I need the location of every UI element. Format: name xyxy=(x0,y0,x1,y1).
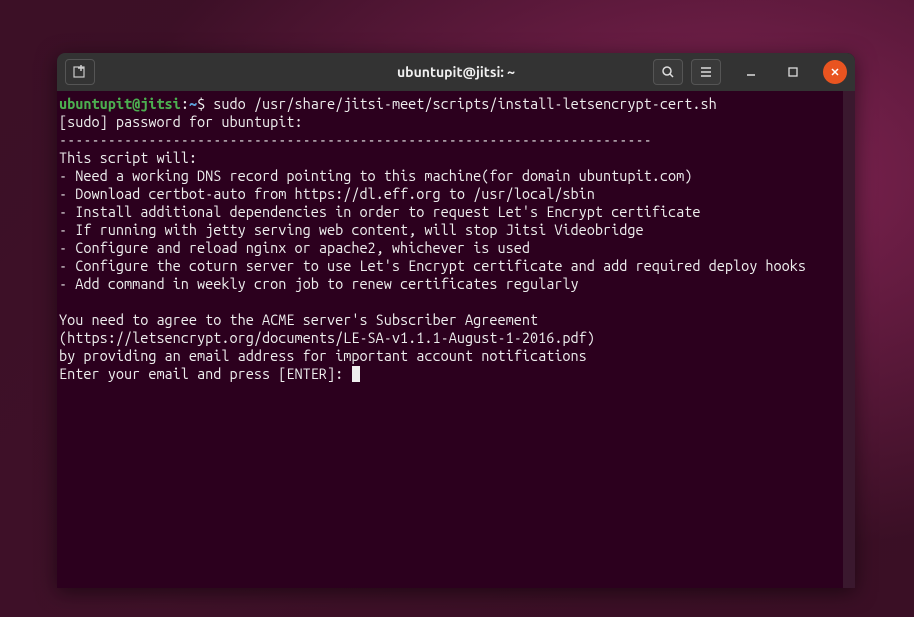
output-line: - Add command in weekly cron job to rene… xyxy=(59,275,579,292)
maximize-icon xyxy=(787,66,799,78)
scrollbar[interactable] xyxy=(843,91,855,588)
new-tab-icon xyxy=(72,64,88,80)
output-line: You need to agree to the ACME server's S… xyxy=(59,311,595,346)
command-text: sudo /usr/share/jitsi-meet/scripts/insta… xyxy=(205,95,717,112)
output-line: [sudo] password for ubuntupit: xyxy=(59,113,303,130)
output-line: - Download certbot-auto from https://dl.… xyxy=(59,185,595,202)
search-icon xyxy=(661,65,675,79)
prompt-colon: : xyxy=(181,95,189,112)
cursor xyxy=(352,366,360,382)
titlebar[interactable]: ubuntupit@jitsi: ~ xyxy=(57,53,855,91)
close-button[interactable] xyxy=(823,60,847,84)
terminal-window: ubuntupit@jitsi: ~ xyxy=(57,53,855,588)
prompt-path: ~ xyxy=(189,95,197,112)
hamburger-icon xyxy=(699,65,713,79)
window-title: ubuntupit@jitsi: ~ xyxy=(397,64,515,80)
search-button[interactable] xyxy=(653,59,683,85)
close-icon xyxy=(830,67,840,77)
output-line: - Configure and reload nginx or apache2,… xyxy=(59,239,530,256)
prompt-userhost: ubuntupit@jitsi xyxy=(59,95,181,112)
output-line: by providing an email address for import… xyxy=(59,347,587,364)
output-line: ----------------------------------------… xyxy=(59,131,652,148)
menu-button[interactable] xyxy=(691,59,721,85)
output-prompt: Enter your email and press [ENTER]: xyxy=(59,365,351,382)
minimize-button[interactable] xyxy=(739,60,763,84)
output-line: This script will: xyxy=(59,149,197,166)
maximize-button[interactable] xyxy=(781,60,805,84)
titlebar-right-group xyxy=(653,59,847,85)
output-line: - Need a working DNS record pointing to … xyxy=(59,167,692,184)
prompt-dollar: $ xyxy=(197,95,205,112)
output-line: - If running with jetty serving web cont… xyxy=(59,221,644,238)
output-line: - Configure the coturn server to use Let… xyxy=(59,257,806,274)
minimize-icon xyxy=(745,66,757,78)
output-line: - Install additional dependencies in ord… xyxy=(59,203,700,220)
terminal-body[interactable]: ubuntupit@jitsi:~$ sudo /usr/share/jitsi… xyxy=(57,91,855,588)
new-tab-button[interactable] xyxy=(65,59,95,85)
